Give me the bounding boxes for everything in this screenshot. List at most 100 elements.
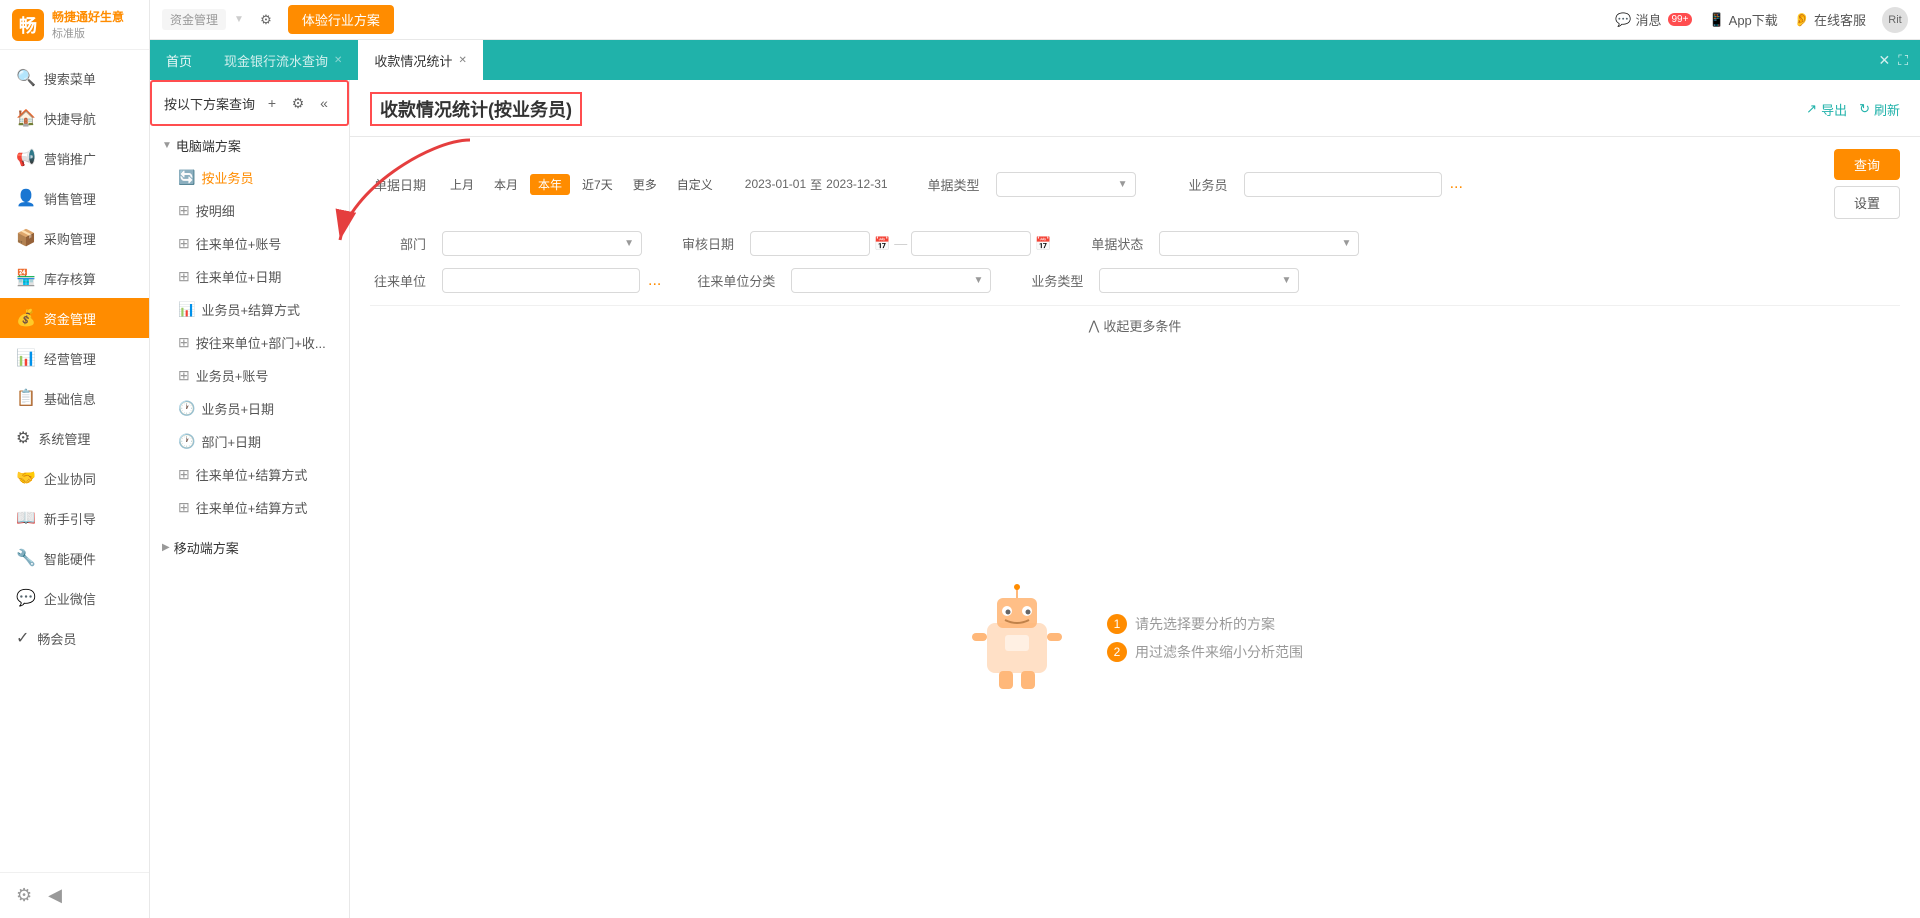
topbar-settings-button[interactable]: ⚙ bbox=[252, 6, 280, 34]
sidebar-item-label: 基础信息 bbox=[44, 389, 96, 408]
tab-maximize-icon[interactable]: ⛶ bbox=[1898, 52, 1908, 69]
scheme-item-dept-date[interactable]: 🕐 部门+日期 bbox=[150, 425, 349, 458]
date-range: 2023-01-01 至 2023-12-31 bbox=[745, 176, 888, 193]
messages-button[interactable]: 💬 消息 99+ bbox=[1615, 10, 1692, 29]
scheme-item-counterpart-date[interactable]: ⊞ 往来单位+日期 bbox=[150, 260, 349, 293]
counterpart-cat-select[interactable] bbox=[791, 268, 991, 293]
scheme-item-counterpart-dept[interactable]: ⊞ 按往来单位+部门+收... bbox=[150, 326, 349, 359]
review-date-end[interactable] bbox=[911, 231, 1031, 256]
app-logo-icon: 畅 bbox=[12, 9, 44, 41]
sidebar-item-smart-hw[interactable]: 🔧 智能硬件 bbox=[0, 538, 149, 578]
counterpart-input[interactable] bbox=[442, 268, 640, 293]
top-bar-right: 💬 消息 99+ 📱 App下载 👂 在线客服 Rit bbox=[1615, 7, 1908, 33]
refresh-button[interactable]: ↻ 刷新 bbox=[1859, 100, 1900, 119]
gear-icon: ⚙ bbox=[292, 95, 305, 112]
tab-bank-flow-label: 现金银行流水查询 bbox=[224, 51, 328, 70]
doc-status-select[interactable] bbox=[1159, 231, 1359, 256]
scheme-settings-button[interactable]: ⚙ bbox=[287, 92, 309, 114]
operation-icon: 📊 bbox=[16, 348, 36, 368]
tab-home[interactable]: 首页 bbox=[150, 40, 208, 80]
cal-icon-start[interactable]: 📅 bbox=[874, 236, 890, 252]
sidebar-item-inventory[interactable]: 🏪 库存核算 bbox=[0, 258, 149, 298]
sidebar-item-finance[interactable]: 💰 资金管理 bbox=[0, 298, 149, 338]
sidebar-item-marketing[interactable]: 📢 营销推广 bbox=[0, 138, 149, 178]
scheme-item-by-detail[interactable]: ⊞ 按明细 bbox=[150, 194, 349, 227]
salesperson-input[interactable] bbox=[1244, 172, 1442, 197]
date-tab-last-month[interactable]: 上月 bbox=[442, 174, 482, 195]
scheme-group-desktop-header[interactable]: ▼ 电脑端方案 bbox=[150, 130, 349, 161]
scheme-item-label: 按明细 bbox=[196, 201, 235, 220]
user-avatar[interactable]: Rit bbox=[1882, 7, 1908, 33]
biz-type-select[interactable] bbox=[1099, 268, 1299, 293]
customer-service-button[interactable]: 👂 在线客服 bbox=[1794, 10, 1866, 29]
sidebar-item-label: 企业微信 bbox=[44, 589, 96, 608]
query-button[interactable]: 查询 bbox=[1834, 149, 1900, 180]
sidebar-item-enterprise[interactable]: 🤝 企业协同 bbox=[0, 458, 149, 498]
date-end: 2023-12-31 bbox=[826, 177, 887, 191]
scheme-item-counterpart-settle[interactable]: ⊞ 往来单位+结算方式 bbox=[150, 458, 349, 491]
sidebar-item-operation[interactable]: 📊 经营管理 bbox=[0, 338, 149, 378]
scheme-panel-header: 按以下方案查询 + ⚙ « bbox=[150, 80, 349, 126]
sidebar-item-label: 智能硬件 bbox=[44, 549, 96, 568]
page-title: 收款情况统计(按业务员) bbox=[370, 92, 582, 126]
sidebar-logo-info: 畅捷通好生意 标准版 bbox=[52, 8, 124, 41]
sidebar-item-label: 营销推广 bbox=[44, 149, 96, 168]
scheme-add-button[interactable]: + bbox=[261, 92, 283, 114]
scheme-item-salesperson-settle[interactable]: 📊 业务员+结算方式 bbox=[150, 293, 349, 326]
breadcrumb-arrow: ▼ bbox=[234, 14, 244, 25]
salesperson-date-icon: 🕐 bbox=[178, 400, 195, 417]
sidebar-item-quick-nav[interactable]: 🏠 快捷导航 bbox=[0, 98, 149, 138]
sidebar-item-sales[interactable]: 👤 销售管理 bbox=[0, 178, 149, 218]
sales-icon: 👤 bbox=[16, 188, 36, 208]
tab-receipt-stats[interactable]: 收款情况统计 ✕ bbox=[358, 40, 482, 80]
scheme-group-mobile-header[interactable]: ▶ 移动端方案 bbox=[150, 532, 349, 563]
empty-hint-2: 2 用过滤条件来缩小分析范围 bbox=[1107, 642, 1303, 662]
date-start: 2023-01-01 bbox=[745, 177, 806, 191]
date-tab-custom[interactable]: 自定义 bbox=[669, 174, 721, 195]
salesperson-more-button[interactable]: ... bbox=[1450, 175, 1463, 193]
sidebar-item-label: 系统管理 bbox=[38, 429, 90, 448]
service-icon: 👂 bbox=[1794, 12, 1810, 28]
page-header: 收款情况统计(按业务员) ↗ 导出 ↻ 刷新 bbox=[350, 80, 1920, 137]
scheme-collapse-button[interactable]: « bbox=[313, 92, 335, 114]
date-tab-last-7-days[interactable]: 近7天 bbox=[574, 174, 621, 195]
scheme-item-by-salesperson[interactable]: 🔄 按业务员 bbox=[150, 161, 349, 194]
empty-hints: 1 请先选择要分析的方案 2 用过滤条件来缩小分析范围 bbox=[1107, 614, 1303, 662]
sidebar-item-guide[interactable]: 📖 新手引导 bbox=[0, 498, 149, 538]
sidebar-settings-icon[interactable]: ⚙ bbox=[16, 885, 32, 906]
dept-select[interactable] bbox=[442, 231, 642, 256]
scheme-item-salesperson-date[interactable]: 🕐 业务员+日期 bbox=[150, 392, 349, 425]
cal-icon-end[interactable]: 📅 bbox=[1035, 236, 1051, 252]
add-icon: + bbox=[268, 95, 276, 111]
app-download-button[interactable]: 📱 App下载 bbox=[1708, 10, 1777, 29]
tab-receipt-stats-close[interactable]: ✕ bbox=[458, 55, 466, 66]
purchase-icon: 📦 bbox=[16, 228, 36, 248]
scheme-item-label: 按往来单位+部门+收... bbox=[196, 333, 326, 352]
export-button[interactable]: ↗ 导出 bbox=[1806, 100, 1847, 119]
settings-button[interactable]: 设置 bbox=[1834, 186, 1900, 219]
date-tab-this-year[interactable]: 本年 bbox=[530, 174, 570, 195]
sidebar-item-label: 新手引导 bbox=[44, 509, 96, 528]
scheme-item-counterpart-account[interactable]: ⊞ 往来单位+账号 bbox=[150, 227, 349, 260]
sidebar-item-search[interactable]: 🔍 搜索菜单 bbox=[0, 58, 149, 98]
tab-bank-flow[interactable]: 现金银行流水查询 ✕ bbox=[208, 40, 358, 80]
tab-bank-flow-close[interactable]: ✕ bbox=[334, 55, 342, 66]
counterpart-more-button[interactable]: ... bbox=[648, 272, 661, 290]
counterpart-dept-icon: ⊞ bbox=[178, 334, 190, 351]
date-tab-this-month[interactable]: 本月 bbox=[486, 174, 526, 195]
trial-btn[interactable]: 体验行业方案 bbox=[288, 5, 394, 34]
sidebar-item-purchase[interactable]: 📦 采购管理 bbox=[0, 218, 149, 258]
sidebar-item-wechat[interactable]: 💬 企业微信 bbox=[0, 578, 149, 618]
collapse-button[interactable]: ⋀ 收起更多条件 bbox=[370, 305, 1900, 345]
sidebar-item-basic[interactable]: 📋 基础信息 bbox=[0, 378, 149, 418]
sidebar-item-system[interactable]: ⚙ 系统管理 bbox=[0, 418, 149, 458]
salesperson-input-wrap: ... bbox=[1244, 172, 1463, 197]
date-tab-more[interactable]: 更多 bbox=[625, 174, 665, 195]
doc-type-select[interactable] bbox=[996, 172, 1136, 197]
sidebar-collapse-icon[interactable]: ◀ bbox=[48, 885, 62, 906]
review-date-start[interactable] bbox=[750, 231, 870, 256]
scheme-item-counterpart-settle2[interactable]: ⊞ 往来单位+结算方式 bbox=[150, 491, 349, 524]
tab-close-all-icon[interactable]: ✕ bbox=[1878, 52, 1890, 69]
scheme-item-salesperson-account[interactable]: ⊞ 业务员+账号 bbox=[150, 359, 349, 392]
sidebar-item-member[interactable]: ✓ 畅会员 bbox=[0, 618, 149, 658]
